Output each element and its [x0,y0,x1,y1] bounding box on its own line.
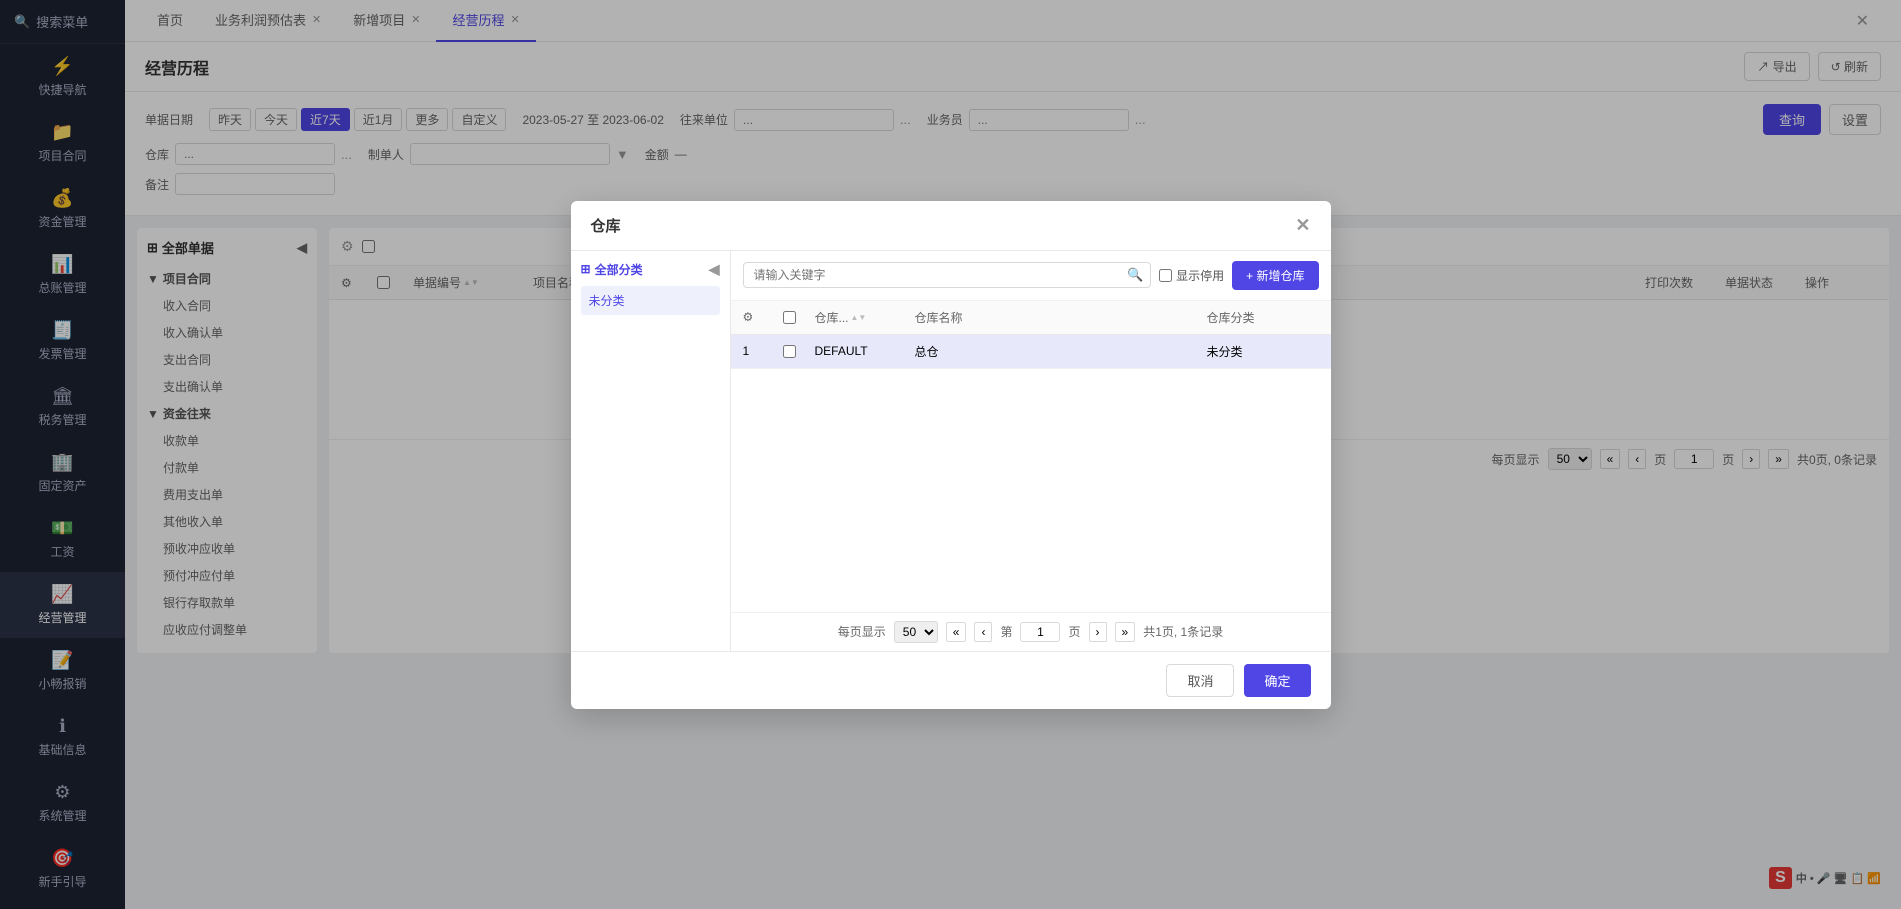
modal-td-category: 未分类 [1203,335,1323,368]
modal-search-wrap: 🔍 [743,262,1152,288]
modal-page-label2: 页 [1068,623,1080,640]
modal-main: 🔍 显示停用 + 新增仓库 ⚙ [731,251,1331,651]
modal-table-row[interactable]: 1 DEFAULT 总仓 未分类 [731,335,1331,369]
modal-th-category: 仓库分类 [1203,301,1323,334]
modal-th-code: 仓库...▲▼ [811,301,911,334]
all-category-btn[interactable]: ⊞ 全部分类 ◀ [581,261,720,278]
cancel-button[interactable]: 取消 [1166,664,1234,697]
modal-td-index: 1 [739,335,779,368]
warehouse-modal: 仓库 ✕ ⊞ 全部分类 ◀ 未分类 [571,201,1331,709]
modal-sidebar-uncategorized[interactable]: 未分类 [581,286,720,315]
add-warehouse-button[interactable]: + 新增仓库 [1232,261,1318,290]
modal-title: 仓库 [591,215,621,236]
modal-page-label: 第 [1000,623,1012,640]
modal-th-gear: ⚙ [739,301,779,334]
grid-icon2: ⊞ [581,262,591,276]
modal-toolbar: 🔍 显示停用 + 新增仓库 [731,251,1331,301]
modal-page-size-select[interactable]: 50 [894,621,938,643]
collapse-sidebar-btn[interactable]: ◀ [709,261,720,278]
show-disabled-checkbox[interactable] [1159,269,1172,282]
modal-header: 仓库 ✕ [571,201,1331,251]
show-disabled-label: 显示停用 [1159,267,1224,284]
modal-row-checkbox[interactable] [783,345,796,358]
modal-close-button[interactable]: ✕ [1295,215,1310,236]
modal-next-page[interactable]: › [1089,622,1107,642]
modal-table-spacer [731,369,1331,612]
modal-first-page[interactable]: « [946,622,967,642]
modal-td-checkbox [779,335,811,368]
modal-td-name: 总仓 [911,335,1203,368]
modal-th-name: 仓库名称 [911,301,1203,334]
confirm-button[interactable]: 确定 [1244,664,1310,697]
modal-search-icon: 🔍 [1127,267,1143,283]
modal-td-code: DEFAULT [811,335,911,368]
modal-search-input[interactable] [743,262,1152,288]
modal-last-page[interactable]: » [1115,622,1136,642]
modal-select-all[interactable] [783,311,796,324]
modal-total-info: 共1页, 1条记录 [1143,623,1223,640]
modal-sidebar: ⊞ 全部分类 ◀ 未分类 [571,251,731,651]
modal-pagination: 每页显示 50 « ‹ 第 页 › » 共1页, 1条记录 [731,612,1331,651]
modal-th-checkbox [779,301,811,334]
modal-body: ⊞ 全部分类 ◀ 未分类 🔍 显示停用 [571,251,1331,651]
modal-page-input[interactable] [1020,622,1060,642]
modal-footer: 取消 确定 [571,651,1331,709]
modal-overlay: 仓库 ✕ ⊞ 全部分类 ◀ 未分类 [0,0,1901,909]
modal-table-header: ⚙ 仓库...▲▼ 仓库名称 仓库分类 [731,301,1331,335]
modal-prev-page[interactable]: ‹ [974,622,992,642]
